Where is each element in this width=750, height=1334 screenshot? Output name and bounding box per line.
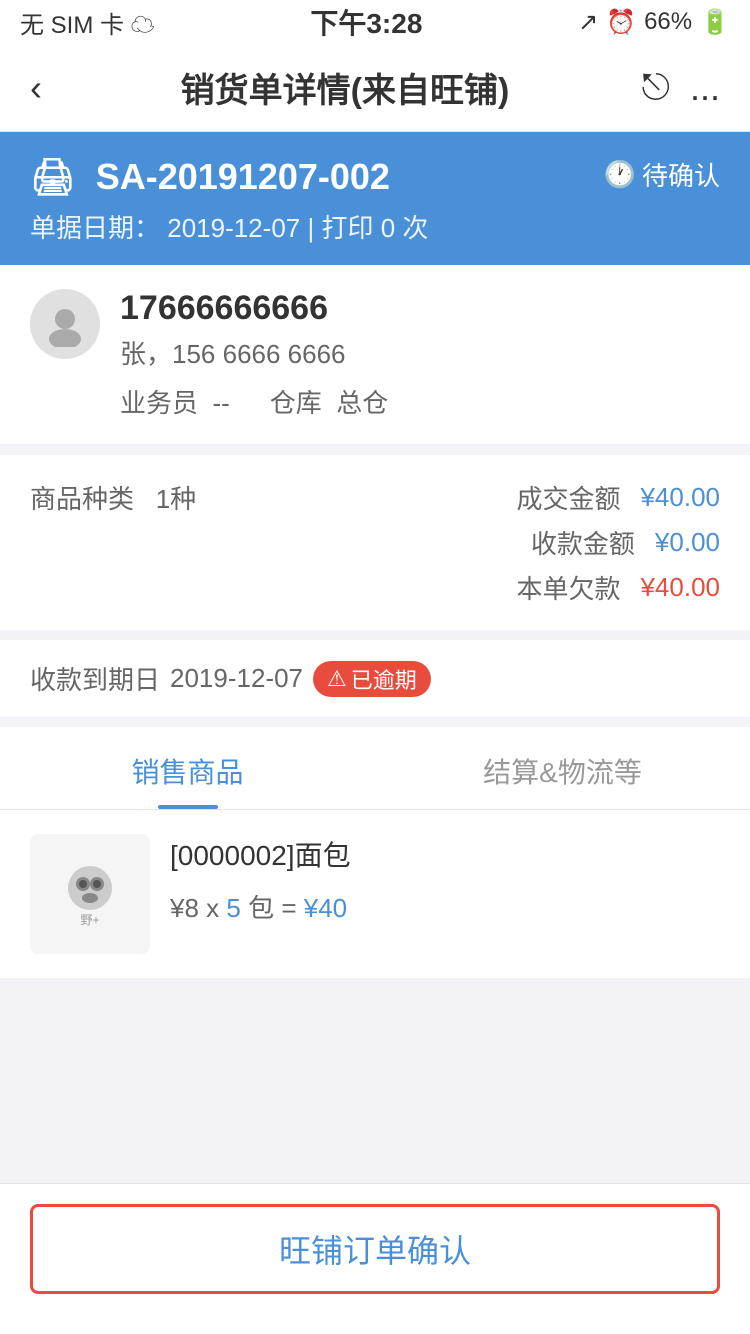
page-title: 销货单详情(来自旺铺)	[90, 63, 600, 112]
due-date-section: 收款到期日 2019-12-07 ⚠ 已逾期	[0, 630, 750, 717]
alarm-icon: ⏰	[606, 8, 636, 37]
received-row: 收款金额 ¥0.00	[531, 524, 720, 561]
received-label: 收款金额	[531, 524, 635, 561]
tabs-container: 销售商品 结算&物流等	[0, 727, 750, 810]
order-date: 单据日期： 2019-12-07 | 打印 0 次	[30, 208, 428, 245]
customer-name: 张，156 6666 6666	[120, 334, 720, 371]
overdue-icon: ⚠	[327, 666, 347, 692]
nav-actions: ⎋ ...	[600, 66, 720, 109]
summary-section: 商品种类 1种 成交金额 ¥40.00 收款金额 ¥0.00 本单欠款 ¥40.…	[0, 445, 750, 630]
customer-phone: 17666666666	[120, 289, 720, 328]
product-type-item: 商品种类 1种	[30, 479, 196, 516]
order-header: 🖨 SA-20191207-002 单据日期： 2019-12-07 | 打印 …	[0, 132, 750, 265]
customer-info: 17666666666 张，156 6666 6666 业务员 -- 仓库 总仓	[120, 289, 720, 420]
location-icon: ↗	[578, 8, 598, 37]
back-button[interactable]: ‹	[30, 67, 90, 109]
received-amount: ¥0.00	[655, 527, 720, 558]
product-info: [0000002]面包 ¥8 x 5 包 = ¥40	[170, 834, 720, 954]
due-row: 本单欠款 ¥40.00	[516, 569, 720, 606]
order-id: 🖨 SA-20191207-002	[30, 156, 428, 198]
due-amount: ¥40.00	[640, 572, 720, 603]
customer-meta: 业务员 -- 仓库 总仓	[120, 383, 720, 420]
overdue-badge: ⚠ 已逾期	[313, 661, 431, 697]
tab-settlement[interactable]: 结算&物流等	[375, 727, 750, 809]
sim-status: 无 SIM 卡 ☁	[20, 5, 155, 40]
product-price: ¥8 x 5 包 = ¥40	[170, 888, 720, 925]
tab-products[interactable]: 销售商品	[0, 727, 375, 809]
clock-icon: 🕐	[604, 159, 636, 190]
transaction-amount: ¥40.00	[640, 482, 720, 513]
bottom-bar: 旺铺订单确认	[0, 1183, 750, 1334]
summary-left: 商品种类 1种	[30, 479, 196, 516]
status-right: ↗ ⏰ 66% 🔋	[578, 8, 730, 37]
status-left: 无 SIM 卡 ☁	[20, 5, 155, 40]
summary-right: 成交金额 ¥40.00 收款金额 ¥0.00 本单欠款 ¥40.00	[516, 479, 720, 606]
product-quantity: 5	[226, 893, 240, 923]
order-status: 🕐 待确认	[604, 156, 720, 193]
svg-text:野+: 野+	[80, 913, 99, 927]
confirm-button[interactable]: 旺铺订单确认	[30, 1204, 720, 1294]
product-name: [0000002]面包	[170, 834, 720, 874]
product-section: 野+ [0000002]面包 ¥8 x 5 包 = ¥40	[0, 810, 750, 978]
more-icon[interactable]: ...	[690, 67, 720, 109]
product-thumbnail: 野+	[30, 834, 150, 954]
order-icon: 🖨	[30, 156, 76, 197]
product-total: ¥40	[304, 893, 347, 923]
status-bar: 无 SIM 卡 ☁ 下午3:28 ↗ ⏰ 66% 🔋	[0, 0, 750, 44]
overdue-text: 已逾期	[351, 663, 417, 695]
share-icon[interactable]: ⎋	[642, 66, 670, 109]
customer-section: 17666666666 张，156 6666 6666 业务员 -- 仓库 总仓	[0, 265, 750, 445]
due-date-label: 收款到期日	[30, 660, 160, 697]
warehouse-label: 仓库 总仓	[270, 383, 388, 420]
due-date-value: 2019-12-07	[170, 663, 303, 694]
avatar	[30, 289, 100, 359]
due-label: 本单欠款	[516, 569, 620, 606]
status-time: 下午3:28	[310, 2, 422, 42]
nav-bar: ‹ 销货单详情(来自旺铺) ⎋ ...	[0, 44, 750, 132]
salesperson-label: 业务员 --	[120, 383, 230, 420]
bottom-spacer	[0, 978, 750, 1178]
battery-icon: 🔋	[700, 8, 730, 37]
transaction-label: 成交金额	[516, 479, 620, 516]
transaction-row: 成交金额 ¥40.00	[516, 479, 720, 516]
battery-level: 66%	[644, 8, 692, 36]
